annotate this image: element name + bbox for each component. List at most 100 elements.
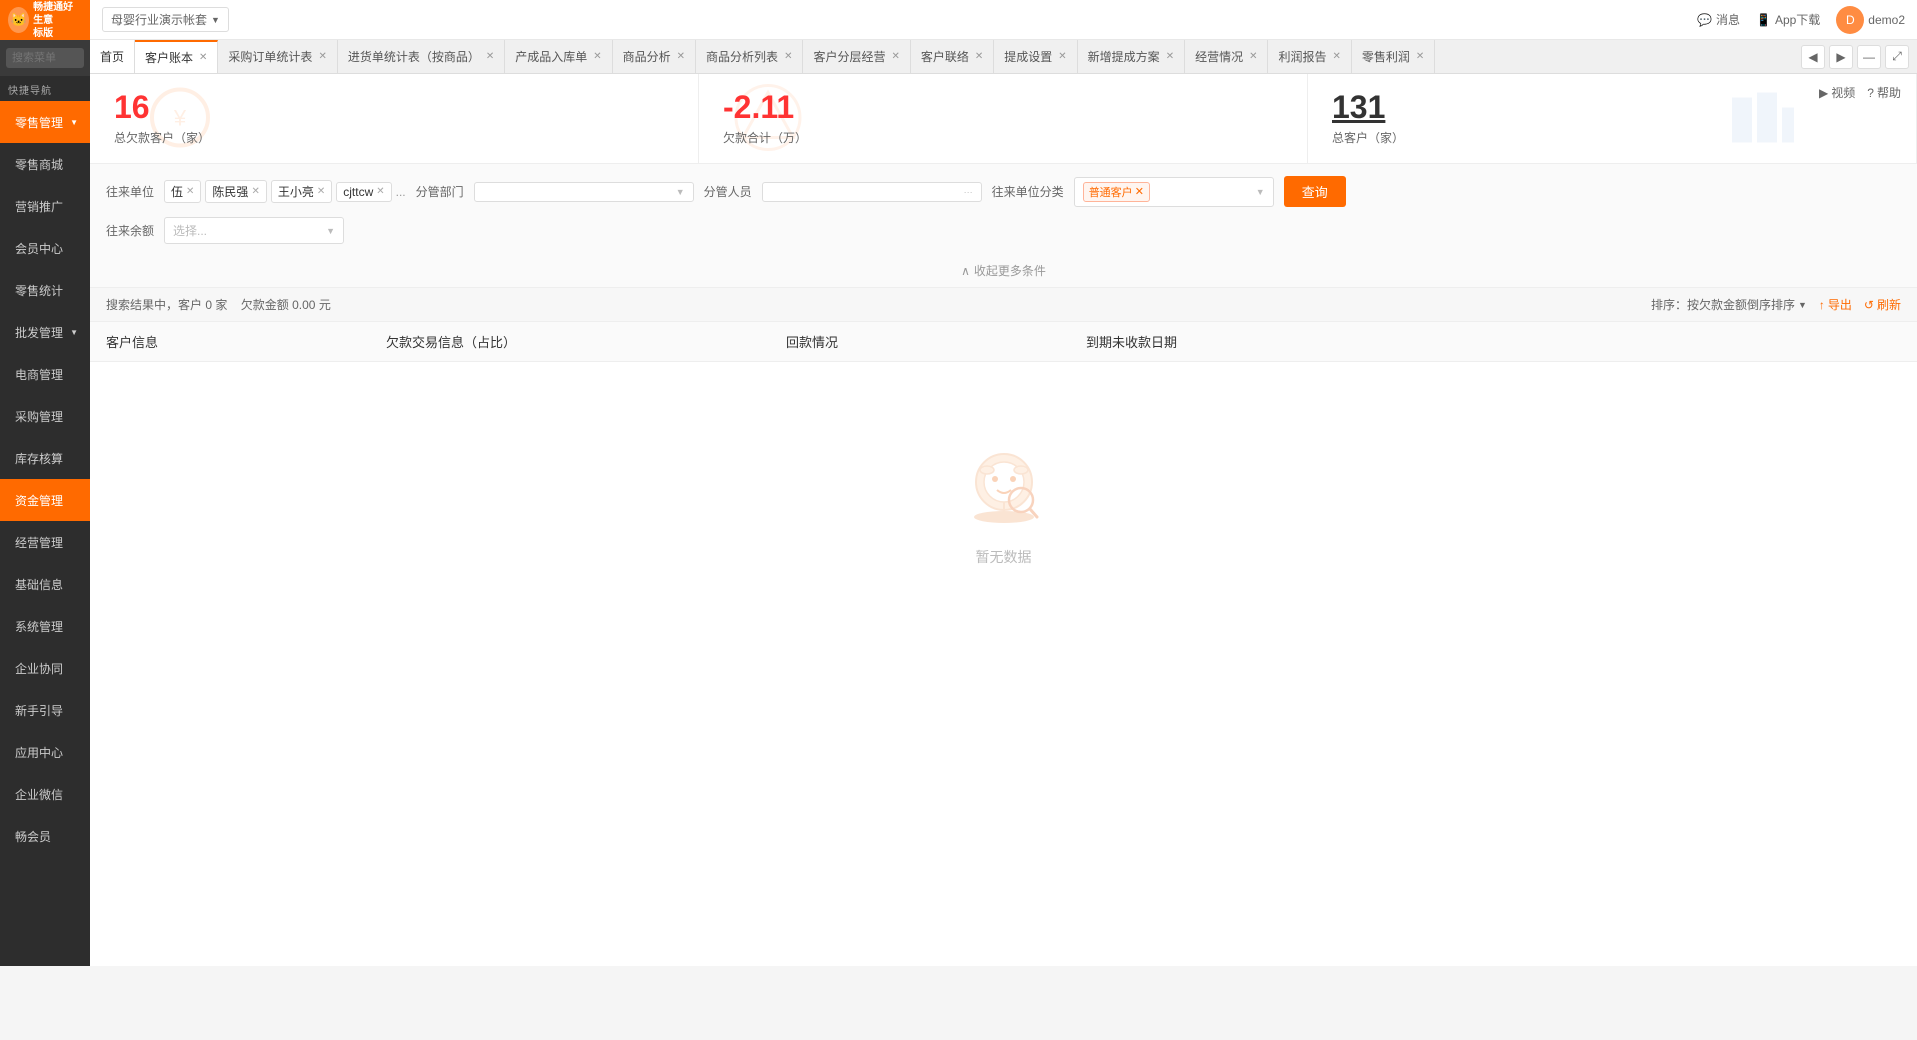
filter-tag-cjttcw-close[interactable]: ✕ — [376, 186, 384, 197]
filter-tag-wu-label: 伍 — [171, 183, 183, 200]
selected-category-label: 普通客户 — [1089, 184, 1133, 200]
search-menu-input[interactable] — [6, 48, 84, 68]
tab-scroll-right[interactable]: ▶ — [1829, 45, 1853, 69]
tab-business-status[interactable]: 经营情况 ✕ — [1185, 40, 1268, 74]
sidebar-item-guide[interactable]: 新手引导 — [0, 689, 90, 731]
play-icon: ▶ — [1819, 86, 1828, 100]
sidebar-item-vip[interactable]: 畅会员 — [0, 815, 90, 857]
tab-product-analysis-list-close[interactable]: ✕ — [784, 51, 792, 62]
nav-section-label: 快捷导航 — [0, 76, 90, 101]
tab-customer-contact-close[interactable]: ✕ — [975, 51, 983, 62]
sidebar-item-basic[interactable]: 基础信息 — [0, 563, 90, 605]
tab-product-in-close[interactable]: ✕ — [593, 51, 601, 62]
filter-person-select[interactable]: ··· — [762, 182, 982, 202]
filter-tag-wu-close[interactable]: ✕ — [186, 186, 194, 197]
tab-promo-settings-close[interactable]: ✕ — [1058, 51, 1066, 62]
export-button[interactable]: ↑ 导出 — [1819, 296, 1852, 313]
sidebar-item-apps[interactable]: 应用中心 — [0, 731, 90, 773]
sidebar-item-ecommerce[interactable]: 电商管理 — [0, 353, 90, 395]
tab-home[interactable]: 首页 — [90, 40, 135, 74]
result-bar-right: 排序：按欠款金额倒序排序 ▼ ↑ 导出 ↺ 刷新 — [1651, 296, 1901, 313]
tab-new-promo[interactable]: 新增提成方案 ✕ — [1078, 40, 1185, 74]
tab-purchase-order-close[interactable]: ✕ — [318, 51, 326, 62]
tab-product-analysis-list-label: 商品分析列表 — [706, 48, 778, 65]
sidebar-item-wechat[interactable]: 企业微信 — [0, 773, 90, 815]
tab-profit-report-close[interactable]: ✕ — [1333, 51, 1341, 62]
tab-scroll-left[interactable]: ◀ — [1801, 45, 1825, 69]
app-download-btn[interactable]: 📱 App下载 — [1756, 11, 1820, 28]
result-ar-unit: 元 — [319, 298, 331, 312]
tab-ar[interactable]: 客户账本 ✕ — [135, 40, 218, 74]
tab-maximize[interactable]: ⤢ — [1885, 45, 1909, 69]
sidebar-item-ops[interactable]: 经营管理 — [0, 521, 90, 563]
tab-purchase-order[interactable]: 采购订单统计表 ✕ — [218, 40, 337, 74]
filter-category-select[interactable]: 普通客户 ✕ ▼ — [1074, 177, 1274, 207]
sort-button[interactable]: 排序：按欠款金额倒序排序 ▼ — [1651, 296, 1807, 313]
sidebar-item-marketing[interactable]: 营销推广 — [0, 185, 90, 227]
tab-product-analysis[interactable]: 商品分析 ✕ — [613, 40, 696, 74]
table-col-ar-info: 欠款交易信息（占比） — [386, 332, 786, 351]
selected-category-close[interactable]: ✕ — [1135, 185, 1144, 198]
sidebar-item-batch-manage[interactable]: 批发管理 ▼ — [0, 311, 90, 353]
sidebar-item-purchase[interactable]: 采购管理 — [0, 395, 90, 437]
result-ar-label: 欠款金额 — [241, 298, 289, 312]
export-icon: ↑ — [1819, 298, 1825, 312]
stat-ar-amount-value: -2.11 — [723, 91, 807, 123]
tab-ar-close[interactable]: ✕ — [199, 52, 207, 63]
filter-tag-chen-close[interactable]: ✕ — [251, 186, 259, 197]
table-col-customer-info: 客户信息 — [106, 332, 386, 351]
tab-new-promo-close[interactable]: ✕ — [1166, 51, 1174, 62]
filter-tag-wang-close[interactable]: ✕ — [317, 186, 325, 197]
app-download-icon: 📱 — [1756, 13, 1771, 27]
filter-tag-chen-label: 陈民强 — [212, 183, 248, 200]
tab-product-in-label: 产成品入库单 — [515, 48, 587, 65]
message-btn[interactable]: 💬 消息 — [1697, 11, 1740, 28]
tab-minimize[interactable]: — — [1857, 45, 1881, 69]
sidebar-item-system[interactable]: 系统管理 — [0, 605, 90, 647]
sidebar-item-finance[interactable]: 资金管理 — [0, 479, 90, 521]
filter-dept-dropdown-icon: ▼ — [676, 187, 685, 197]
sidebar-item-retail-manage[interactable]: 零售管理 ▼ — [0, 101, 90, 143]
filter-balance-select[interactable]: 选择... ▼ — [164, 217, 344, 244]
tab-retail-profit-close[interactable]: ✕ — [1416, 51, 1424, 62]
tab-customer-contact[interactable]: 客户联络 ✕ — [911, 40, 994, 74]
tab-promo-settings[interactable]: 提成设置 ✕ — [994, 40, 1077, 74]
video-link[interactable]: ▶ 视频 — [1819, 84, 1855, 101]
refresh-button[interactable]: ↺ 刷新 — [1864, 296, 1901, 313]
query-button[interactable]: 查询 — [1284, 176, 1346, 207]
result-customer-count: 0 — [205, 298, 212, 312]
tab-product-analysis-close[interactable]: ✕ — [677, 51, 685, 62]
dropdown-icon: ▼ — [211, 15, 220, 25]
tab-customer-tier-close[interactable]: ✕ — [891, 51, 899, 62]
message-label: 消息 — [1716, 11, 1740, 28]
filter-balance-placeholder: 选择... — [173, 222, 207, 239]
stat-total-customers-label: 总客户（家） — [1332, 129, 1404, 146]
tab-purchase-stats-close[interactable]: ✕ — [486, 51, 494, 62]
filter-dept-select[interactable]: ▼ — [474, 182, 694, 202]
tab-business-status-close[interactable]: ✕ — [1249, 51, 1257, 62]
tab-product-in[interactable]: 产成品入库单 ✕ — [505, 40, 612, 74]
sidebar-item-member[interactable]: 会员中心 — [0, 227, 90, 269]
tab-promo-settings-label: 提成设置 — [1004, 48, 1052, 65]
filter-row-1: 往来单位 伍 ✕ 陈民强 ✕ 王小亮 ✕ cjttcw ✕ ... — [106, 176, 1901, 207]
sidebar-item-inventory[interactable]: 库存核算 — [0, 437, 90, 479]
tab-profit-report[interactable]: 利润报告 ✕ — [1268, 40, 1351, 74]
tab-purchase-stats[interactable]: 进货单统计表（按商品） ✕ — [338, 40, 505, 74]
tab-customer-tier[interactable]: 客户分层经营 ✕ — [803, 40, 910, 74]
sidebar-item-cooperation[interactable]: 企业协同 — [0, 647, 90, 689]
filter-more-btn[interactable]: ... — [396, 185, 406, 199]
sidebar-item-retail-stats[interactable]: 零售统计 — [0, 269, 90, 311]
empty-icon — [959, 442, 1049, 535]
stat-card-ar-amount: -2.11 欠款合计（万） — [699, 74, 1308, 163]
filter-tag-chen: 陈民强 ✕ — [205, 180, 266, 203]
top-bar: 母婴行业演示帐套 ▼ 💬 消息 📱 App下载 D demo2 — [0, 0, 1917, 40]
tab-business-status-label: 经营情况 — [1195, 48, 1243, 65]
tab-retail-profit[interactable]: 零售利润 ✕ — [1352, 40, 1435, 74]
help-link[interactable]: ? 帮助 — [1867, 84, 1901, 101]
sidebar-item-retail-shop[interactable]: 零售商城 — [0, 143, 90, 185]
sidebar-nav: 零售管理 ▼ 零售商城 营销推广 会员中心 零售统计 批发管理 ▼ 电商管理 采… — [0, 101, 90, 857]
tab-product-analysis-list[interactable]: 商品分析列表 ✕ — [696, 40, 803, 74]
account-selector[interactable]: 母婴行业演示帐套 ▼ — [102, 7, 229, 32]
user-menu[interactable]: D demo2 — [1836, 6, 1905, 34]
collapse-filter-btn[interactable]: ∧ 收起更多条件 — [106, 254, 1901, 287]
